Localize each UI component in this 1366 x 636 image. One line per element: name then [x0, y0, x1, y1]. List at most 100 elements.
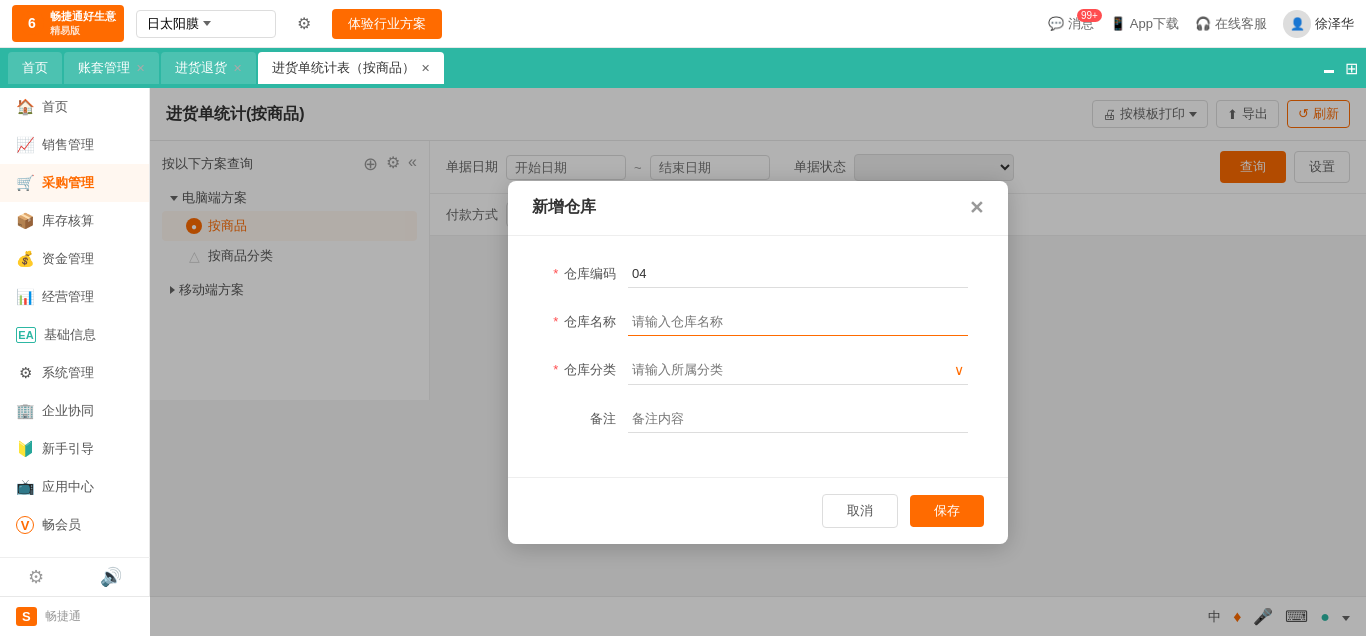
main-layout: 🏠 首页 📈 销售管理 🛒 采购管理 📦 库存核算 💰 资金管理 📊 经营管理 …: [0, 88, 1366, 636]
sidebar-item-inventory[interactable]: 📦 库存核算: [0, 202, 149, 240]
app-download-label: App下载: [1130, 15, 1179, 33]
tab-minimize-icon[interactable]: 🗕: [1321, 59, 1337, 77]
note-input[interactable]: [628, 405, 968, 433]
modal-overlay[interactable]: 新增仓库 ✕ * 仓库编码 *: [150, 88, 1366, 636]
bottom-left: S 畅捷通: [16, 607, 81, 626]
modal-footer: 取消 保存: [508, 477, 1008, 544]
headset-icon: 🎧: [1195, 16, 1211, 31]
trial-button[interactable]: 体验行业方案: [332, 9, 442, 39]
store-selector[interactable]: 日太阳膜: [136, 10, 276, 38]
sidebar-item-finance[interactable]: 💰 资金管理: [0, 240, 149, 278]
warehouse-name-input[interactable]: [628, 308, 968, 336]
sidebar-bottom: ⚙ 🔊: [0, 557, 150, 596]
tab-purchase-return-label: 进货退货: [175, 59, 227, 77]
sidebar-item-operation[interactable]: 📊 经营管理: [0, 278, 149, 316]
sidebar-item-member-label: 畅会员: [42, 516, 81, 534]
message-badge: 99+: [1077, 9, 1102, 22]
required-mark-code: *: [553, 266, 558, 281]
sidebar-item-appcenter[interactable]: 📺 应用中心: [0, 468, 149, 506]
sidebar-item-guide[interactable]: 🔰 新手引导: [0, 430, 149, 468]
tab-bar-actions: 🗕 ⊞: [1321, 59, 1358, 78]
sidebar-item-purchase-label: 采购管理: [42, 174, 94, 192]
sidebar-item-home-label: 首页: [42, 98, 68, 116]
category-input[interactable]: [632, 362, 954, 377]
top-header: 6 畅捷通好生意 精易版 日太阳膜 ⚙ 体验行业方案 💬 消息 99+ 📱 Ap…: [0, 0, 1366, 48]
form-row-note: 备注: [548, 405, 968, 433]
sidebar-item-collab-label: 企业协同: [42, 402, 94, 420]
required-mark-category: *: [553, 362, 558, 377]
member-icon: V: [16, 516, 34, 534]
sidebar-item-collab[interactable]: 🏢 企业协同: [0, 392, 149, 430]
tab-purchase-return-close[interactable]: ✕: [233, 62, 242, 75]
sidebar-item-purchase[interactable]: 🛒 采购管理: [0, 164, 149, 202]
inventory-icon: 📦: [16, 212, 34, 230]
tab-purchase-stat-close[interactable]: ✕: [421, 62, 430, 75]
tab-purchase-stat-label: 进货单统计表（按商品）: [272, 59, 415, 77]
category-chevron-icon: ∨: [954, 362, 964, 378]
sidebar-item-inventory-label: 库存核算: [42, 212, 94, 230]
sidebar-item-home[interactable]: 🏠 首页: [0, 88, 149, 126]
save-button[interactable]: 保存: [910, 495, 984, 527]
guide-icon: 🔰: [16, 440, 34, 458]
purchase-icon: 🛒: [16, 174, 34, 192]
app-download-button[interactable]: 📱 App下载: [1110, 15, 1179, 33]
tab-account-close[interactable]: ✕: [136, 62, 145, 75]
tab-purchase-return[interactable]: 进货退货 ✕: [161, 52, 256, 84]
modal-close-button[interactable]: ✕: [969, 197, 984, 219]
sidebar-sound-icon[interactable]: 🔊: [100, 566, 122, 588]
avatar: 👤: [1283, 10, 1311, 38]
message-icon: 💬: [1048, 16, 1064, 31]
modal-body: * 仓库编码 * 仓库名称: [508, 236, 1008, 477]
logo-area: 6 畅捷通好生意 精易版: [12, 5, 124, 41]
tab-bar: 首页 账套管理 ✕ 进货退货 ✕ 进货单统计表（按商品） ✕ 🗕 ⊞: [0, 48, 1366, 88]
store-dropdown-icon: [203, 21, 211, 26]
sidebar-item-sales[interactable]: 📈 销售管理: [0, 126, 149, 164]
header-right: 💬 消息 99+ 📱 App下载 🎧 在线客服 👤 徐泽华: [1048, 10, 1354, 38]
message-button[interactable]: 💬 消息 99+: [1048, 15, 1094, 33]
form-row-code: * 仓库编码: [548, 260, 968, 288]
basic-icon: EA: [16, 327, 36, 343]
sidebar-item-appcenter-label: 应用中心: [42, 478, 94, 496]
online-service-button[interactable]: 🎧 在线客服: [1195, 15, 1267, 33]
note-label: 备注: [548, 410, 628, 428]
name-label: * 仓库名称: [548, 313, 628, 331]
tab-home-label: 首页: [22, 59, 48, 77]
form-row-category: * 仓库分类 ∨: [548, 356, 968, 385]
sidebar-item-member[interactable]: V 畅会员: [0, 506, 149, 544]
bottom-logo-icon: S: [16, 607, 37, 626]
code-label: * 仓库编码: [548, 265, 628, 283]
store-name: 日太阳膜: [147, 15, 199, 33]
logo-icon: 6: [20, 11, 44, 35]
operation-icon: 📊: [16, 288, 34, 306]
sidebar-item-system[interactable]: ⚙ 系统管理: [0, 354, 149, 392]
required-mark-name: *: [553, 314, 558, 329]
system-icon: ⚙: [16, 364, 34, 382]
sidebar-item-sales-label: 销售管理: [42, 136, 94, 154]
modal-title: 新增仓库: [532, 197, 596, 218]
tab-account[interactable]: 账套管理 ✕: [64, 52, 159, 84]
home-icon: 🏠: [16, 98, 34, 116]
collab-icon: 🏢: [16, 402, 34, 420]
add-warehouse-modal: 新增仓库 ✕ * 仓库编码 *: [508, 181, 1008, 544]
finance-icon: 💰: [16, 250, 34, 268]
sidebar-item-operation-label: 经营管理: [42, 288, 94, 306]
online-service-label: 在线客服: [1215, 15, 1267, 33]
content-area: 进货单统计(按商品) 🖨 按模板打印 ⬆ 导出 ↺ 刷新: [150, 88, 1366, 636]
settings-button[interactable]: ⚙: [288, 8, 320, 40]
user-profile[interactable]: 👤 徐泽华: [1283, 10, 1354, 38]
sales-icon: 📈: [16, 136, 34, 154]
modal-header: 新增仓库 ✕: [508, 181, 1008, 236]
phone-icon: 📱: [1110, 16, 1126, 31]
sidebar-settings-icon[interactable]: ⚙: [28, 566, 44, 588]
sidebar-item-basic-label: 基础信息: [44, 326, 96, 344]
sidebar-item-guide-label: 新手引导: [42, 440, 94, 458]
bottom-brand-text: 畅捷通: [45, 608, 81, 625]
cancel-button[interactable]: 取消: [822, 494, 898, 528]
sidebar-item-basic[interactable]: EA 基础信息: [0, 316, 149, 354]
warehouse-code-input[interactable]: [628, 260, 968, 288]
logo-text: 畅捷通好生意 精易版: [50, 9, 116, 37]
tab-purchase-stat[interactable]: 进货单统计表（按商品） ✕: [258, 52, 444, 84]
username: 徐泽华: [1315, 15, 1354, 33]
tab-maximize-icon[interactable]: ⊞: [1345, 59, 1358, 78]
tab-home[interactable]: 首页: [8, 52, 62, 84]
